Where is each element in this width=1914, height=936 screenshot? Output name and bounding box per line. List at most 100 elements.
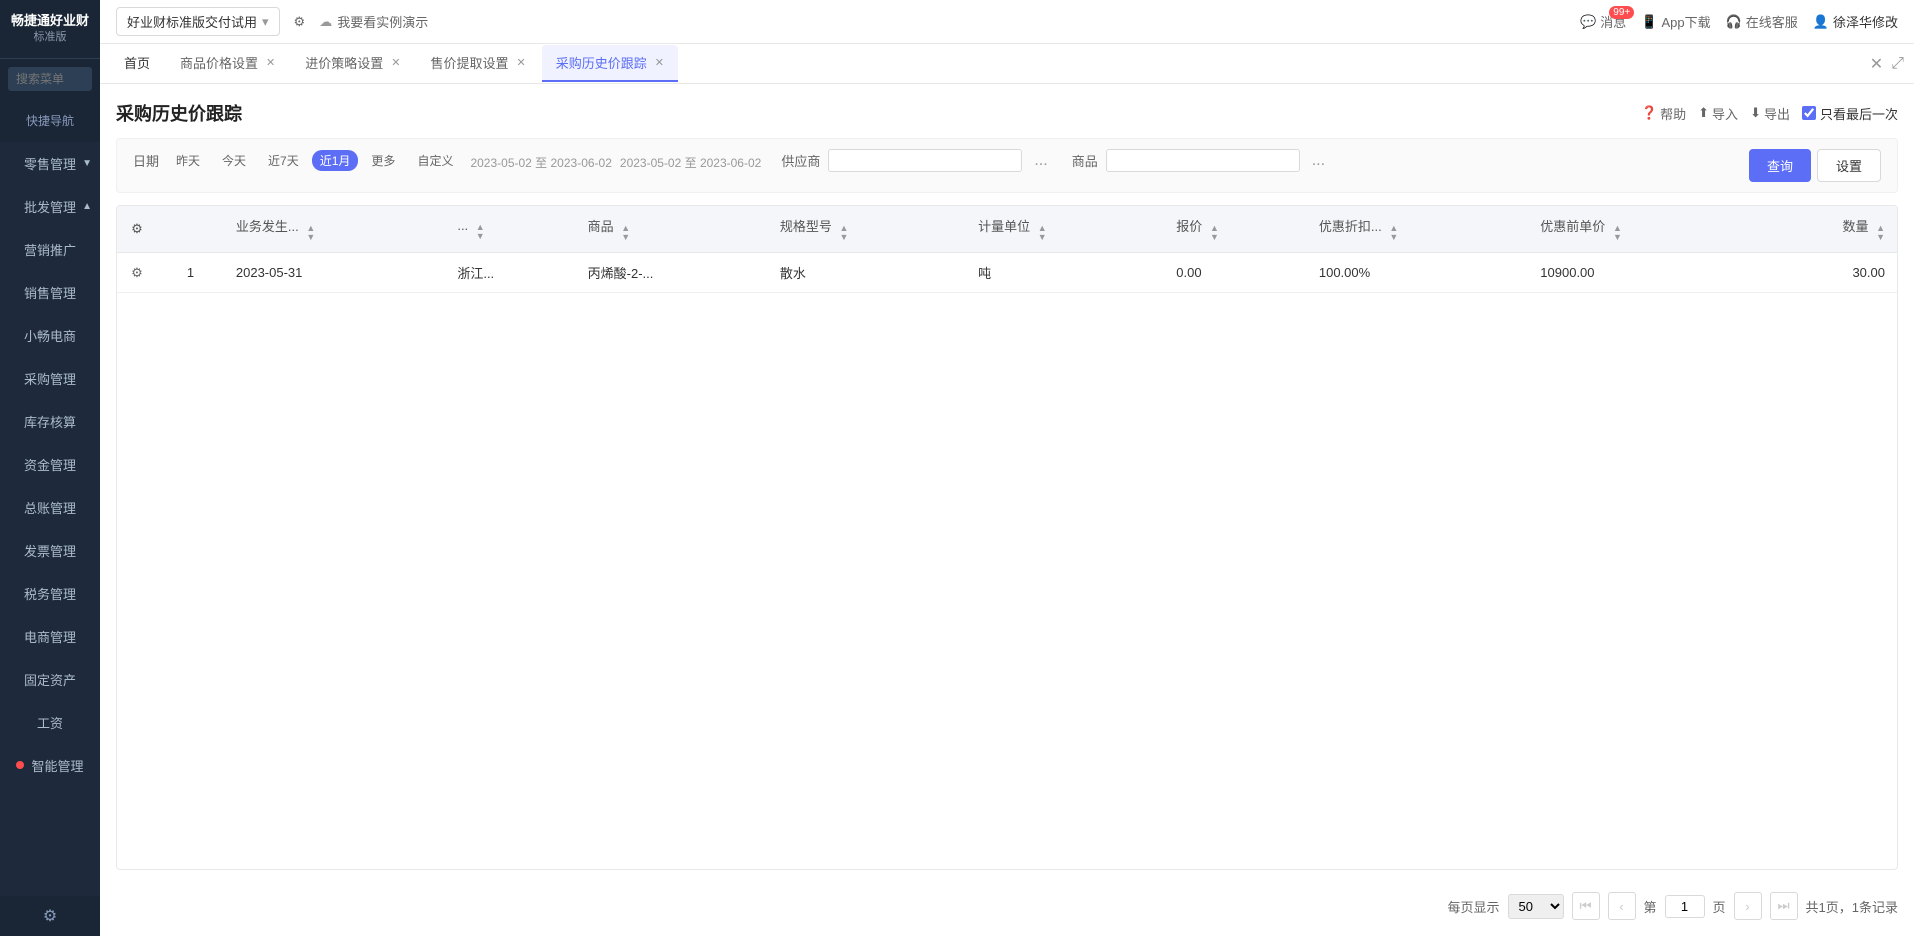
mobile-icon: 📱 <box>1641 14 1657 30</box>
data-table-wrap: ⚙ 业务发生... ▲▼ ... ▲▼ 商品 ▲▼ <box>116 205 1898 870</box>
td-gear[interactable]: ⚙ <box>117 253 157 293</box>
td-quantity: 30.00 <box>1754 253 1897 293</box>
th-extra[interactable]: ... ▲▼ <box>445 206 575 253</box>
sidebar-item-sales[interactable]: 销售管理 <box>0 271 100 314</box>
export-link[interactable]: ⬇ 导出 <box>1750 104 1790 123</box>
prev-page-button[interactable]: ‹ <box>1608 892 1636 920</box>
only-last-checkbox[interactable]: 只看最后一次 <box>1802 104 1898 123</box>
date-btn-近7天[interactable]: 近7天 <box>259 149 308 172</box>
tab-close-all-icon[interactable]: ✕ <box>1870 54 1883 74</box>
per-page-label: 每页显示 <box>1447 897 1499 916</box>
sidebar-item-wholesale[interactable]: 批发管理 <box>0 185 100 228</box>
th-quote[interactable]: 报价 ▲▼ <box>1164 206 1307 253</box>
page-unit: 页 <box>1713 897 1726 916</box>
tab-expand-icon[interactable]: ⤢ <box>1891 55 1904 73</box>
sort-extra-icon[interactable]: ▲▼ <box>476 223 485 241</box>
date-btn-近1月[interactable]: 近1月 <box>312 150 359 171</box>
sidebar-bottom: ⚙ <box>0 896 100 936</box>
th-date[interactable]: 业务发生... ▲▼ <box>224 206 445 253</box>
td-date: 2023-05-31 <box>224 253 445 293</box>
version-selector[interactable]: 好业财标准版交付试用 ▾ <box>116 7 280 36</box>
sidebar-item-retail[interactable]: 零售管理 <box>0 142 100 185</box>
th-quantity[interactable]: 数量 ▲▼ <box>1754 206 1897 253</box>
sidebar-item-smart[interactable]: 智能管理 <box>0 744 100 787</box>
demo-link[interactable]: 我要看实例演示 <box>319 12 428 31</box>
sort-spec-icon[interactable]: ▲▼ <box>839 224 848 242</box>
settings-icon[interactable]: ⚙ <box>43 906 57 926</box>
user-icon: 👤 <box>1813 14 1829 30</box>
sidebar-item-payroll[interactable]: 工资 <box>0 701 100 744</box>
table-body: ⚙ 1 2023-05-31 浙江... 丙烯酸-2-... 散水 吨 0.00… <box>117 253 1897 293</box>
first-page-button[interactable]: ⏮ <box>1572 892 1600 920</box>
tab-price[interactable]: 商品价格设置 ✕ <box>166 45 289 82</box>
sidebar-search-wrapper <box>0 59 100 99</box>
supplier-input[interactable] <box>828 149 1022 172</box>
tab-close-price[interactable]: ✕ <box>266 56 275 69</box>
sidebar-item-finance[interactable]: 资金管理 <box>0 443 100 486</box>
sidebar-item-inventory[interactable]: 库存核算 <box>0 400 100 443</box>
th-unit[interactable]: 计量单位 ▲▼ <box>966 206 1164 253</box>
td-index: 1 <box>157 253 224 293</box>
tab-close-purchase-strategy[interactable]: ✕ <box>391 56 400 69</box>
help-link[interactable]: ❓ 帮助 <box>1641 104 1686 123</box>
sort-price-icon[interactable]: ▲▼ <box>1613 224 1622 242</box>
sidebar-item-purchase[interactable]: 采购管理 <box>0 357 100 400</box>
sidebar-item-label: 小畅电商 <box>24 326 76 345</box>
th-spec[interactable]: 规格型号 ▲▼ <box>768 206 966 253</box>
sort-quote-icon[interactable]: ▲▼ <box>1210 224 1219 242</box>
import-link[interactable]: ⬆ 导入 <box>1698 104 1738 123</box>
goods-input[interactable] <box>1106 149 1300 172</box>
date-btn-自定义[interactable]: 自定义 <box>408 149 462 172</box>
sort-unit-icon[interactable]: ▲▼ <box>1038 224 1047 242</box>
next-page-button[interactable]: › <box>1734 892 1762 920</box>
sort-discount-icon[interactable]: ▲▼ <box>1389 224 1398 242</box>
sort-goods-icon[interactable]: ▲▼ <box>621 224 630 242</box>
sidebar-item-marketing[interactable]: 营销推广 <box>0 228 100 271</box>
th-discount[interactable]: 优惠折扣... ▲▼ <box>1307 206 1528 253</box>
goods-more-icon[interactable]: ... <box>1308 152 1329 170</box>
th-goods[interactable]: 商品 ▲▼ <box>576 206 768 253</box>
td-price: 10900.00 <box>1528 253 1754 293</box>
app-download[interactable]: 📱 App下载 <box>1641 12 1710 31</box>
settings-button[interactable]: 设置 <box>1817 149 1881 182</box>
tab-sale-price[interactable]: 售价提取设置 ✕ <box>416 45 539 82</box>
query-button[interactable]: 查询 <box>1749 149 1811 182</box>
sidebar-item-tax[interactable]: 税务管理 <box>0 572 100 615</box>
tab-close-sale-price[interactable]: ✕ <box>517 56 526 69</box>
th-price[interactable]: 优惠前单价 ▲▼ <box>1528 206 1754 253</box>
sidebar-item-assets[interactable]: 固定资产 <box>0 658 100 701</box>
date-btn-今天[interactable]: 今天 <box>213 149 255 172</box>
pagination: 每页显示 50 100 200 ⏮ ‹ 第 页 › ⏭ 共1页，1条记录 <box>116 882 1898 920</box>
date-buttons: 昨天今天近7天近1月更多自定义 <box>167 149 462 172</box>
sidebar-item-invoice[interactable]: 发票管理 <box>0 529 100 572</box>
sidebar-item-ecommerce-small[interactable]: 小畅电商 <box>0 314 100 357</box>
per-page-select[interactable]: 50 100 200 <box>1508 894 1564 919</box>
goods-filter-group: 商品 ... <box>1072 149 1329 172</box>
sidebar-item-ecommerce[interactable]: 电商管理 <box>0 615 100 658</box>
last-page-button[interactable]: ⏭ <box>1770 892 1798 920</box>
sidebar-item-label: 采购管理 <box>24 369 76 388</box>
user-menu[interactable]: 👤 徐泽华修改 <box>1813 12 1898 31</box>
table-row[interactable]: ⚙ 1 2023-05-31 浙江... 丙烯酸-2-... 散水 吨 0.00… <box>117 253 1897 293</box>
quick-nav-item[interactable]: 快捷导航 <box>0 104 100 137</box>
tab-purchase-history[interactable]: 采购历史价跟踪 ✕ <box>542 45 678 82</box>
logo-sub: 标准版 <box>8 30 92 45</box>
date-filter-label: 日期 <box>133 151 159 170</box>
tab-close-purchase-history[interactable]: ✕ <box>655 56 664 69</box>
sort-date-icon[interactable]: ▲▼ <box>306 224 315 242</box>
goods-filter-label: 商品 <box>1072 151 1098 170</box>
supplier-more-icon[interactable]: ... <box>1030 152 1051 170</box>
search-input[interactable] <box>8 67 92 91</box>
sidebar-item-accounting[interactable]: 总账管理 <box>0 486 100 529</box>
date-btn-昨天[interactable]: 昨天 <box>167 149 209 172</box>
tab-home[interactable]: 首页 <box>110 45 164 82</box>
message-badge[interactable]: 💬 消息 99+ <box>1580 12 1626 31</box>
date-btn-更多[interactable]: 更多 <box>362 149 404 172</box>
sort-quantity-icon[interactable]: ▲▼ <box>1876 224 1885 242</box>
table-header-row: ⚙ 业务发生... ▲▼ ... ▲▼ 商品 ▲▼ <box>117 206 1897 253</box>
page-input[interactable] <box>1665 895 1705 918</box>
tab-purchase-strategy[interactable]: 进价策略设置 ✕ <box>291 45 414 82</box>
topbar-settings-icon[interactable]: ⚙ <box>290 10 310 34</box>
export-icon: ⬇ <box>1750 105 1761 121</box>
online-service[interactable]: 🎧 在线客服 <box>1726 12 1798 31</box>
